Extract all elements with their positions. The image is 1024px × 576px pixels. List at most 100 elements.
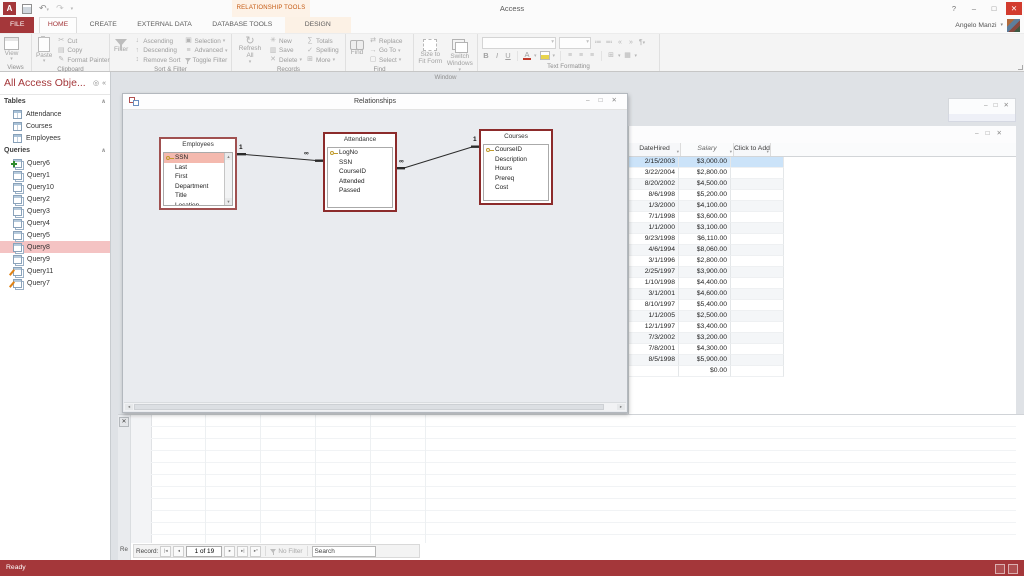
column-header[interactable]: Salary — [681, 143, 734, 156]
cell-add[interactable] — [731, 256, 784, 267]
table-title[interactable]: Attendance — [325, 134, 395, 145]
cell-add[interactable] — [731, 355, 784, 366]
previous-record-button[interactable]: ◂ — [173, 546, 184, 557]
column-header[interactable]: DateHired — [629, 143, 681, 156]
help-button[interactable]: ? — [946, 2, 962, 15]
cell-datehired[interactable]: 9/23/1998 — [629, 234, 679, 245]
cell-datehired[interactable]: 8/5/1998 — [629, 355, 679, 366]
table-row[interactable]: 8/6/1998 $5,200.00 — [629, 190, 1016, 201]
restore-icon[interactable]: □ — [986, 131, 990, 138]
numbering-icon[interactable]: ≕ — [605, 39, 613, 47]
replace-button[interactable]: ⇄Replace — [369, 37, 402, 46]
select-button[interactable]: ▢Select▾ — [369, 56, 402, 65]
tab-database-tools[interactable]: DATABASE TOOLS — [204, 17, 280, 33]
save-record-button[interactable]: ▥Save — [269, 47, 302, 56]
table-row[interactable]: 3/1/1996 $2,800.00 — [629, 256, 1016, 267]
table-row[interactable]: 8/20/2002 $4,500.00 — [629, 179, 1016, 190]
minimize-icon[interactable]: – — [975, 131, 979, 138]
filter-button[interactable]: Filter — [112, 35, 130, 53]
cell-salary[interactable]: $5,400.00 — [679, 300, 731, 311]
nav-group-queries[interactable]: Queries∧ — [0, 144, 110, 157]
horizontal-scrollbar[interactable]: ◂ ▸ — [124, 402, 626, 411]
tab-home[interactable]: HOME — [39, 17, 77, 34]
field-row[interactable]: CourseID — [328, 167, 392, 177]
minimize-icon[interactable]: – — [984, 103, 988, 110]
close-icon[interactable]: ✕ — [612, 98, 617, 105]
cell-datehired[interactable]: 1/1/2005 — [629, 311, 679, 322]
align-center-icon[interactable]: ≡ — [577, 52, 585, 60]
cell-salary[interactable]: $4,600.00 — [679, 289, 731, 300]
cell-datehired[interactable]: 8/10/1997 — [629, 300, 679, 311]
cell-salary[interactable]: $0.00 — [679, 366, 731, 377]
cell-datehired[interactable]: 7/3/2002 — [629, 333, 679, 344]
scroll-right-icon[interactable]: ▸ — [617, 404, 625, 410]
nav-item-table[interactable]: Courses — [0, 120, 110, 132]
field-row[interactable]: Passed — [328, 186, 392, 196]
cell-add[interactable] — [731, 234, 784, 245]
cell-datehired[interactable]: 3/22/2004 — [629, 168, 679, 179]
scroll-down-icon[interactable]: ▼ — [225, 198, 232, 205]
cell-datehired[interactable]: 3/1/1996 — [629, 256, 679, 267]
cell-salary[interactable]: $3,400.00 — [679, 322, 731, 333]
cell-salary[interactable]: $4,400.00 — [679, 278, 731, 289]
new-record-button[interactable]: ▸* — [250, 546, 261, 557]
font-color-icon[interactable]: A — [523, 51, 531, 60]
table-row[interactable]: 12/1/1997 $3,400.00 — [629, 322, 1016, 333]
cell-add[interactable] — [731, 190, 784, 201]
field-row[interactable]: Cost — [484, 183, 548, 193]
scrollbar-thumb[interactable] — [134, 404, 604, 410]
nav-item-table[interactable]: Attendance — [0, 108, 110, 120]
cell-add[interactable] — [731, 289, 784, 300]
table-row[interactable]: 1/1/2000 $3,100.00 — [629, 223, 1016, 234]
cell-add[interactable] — [731, 223, 784, 234]
tab-create[interactable]: CREATE — [82, 17, 125, 33]
scroll-left-icon[interactable]: ◂ — [125, 404, 133, 410]
cell-datehired[interactable]: 7/1/1998 — [629, 212, 679, 223]
copy-button[interactable]: ▤Copy — [57, 47, 109, 56]
cell-datehired[interactable] — [629, 366, 679, 377]
table-row[interactable]: 2/15/2003 $3,000.00 — [629, 157, 1016, 168]
cell-add[interactable] — [731, 179, 784, 190]
nav-item-query[interactable]: Query1 — [0, 169, 110, 181]
field-row[interactable]: LogNo — [328, 148, 392, 158]
cell-add[interactable] — [731, 168, 784, 179]
minimize-button[interactable]: – — [966, 2, 982, 15]
close-pane-icon[interactable]: ✕ — [119, 417, 129, 427]
close-button[interactable]: ✕ — [1006, 2, 1022, 15]
cell-salary[interactable]: $3,900.00 — [679, 267, 731, 278]
nav-item-table[interactable]: Employees — [0, 132, 110, 144]
table-row[interactable]: 8/5/1998 $5,900.00 — [629, 355, 1016, 366]
cell-add[interactable] — [731, 278, 784, 289]
avatar[interactable] — [1007, 19, 1020, 32]
field-row[interactable]: Description — [484, 155, 548, 165]
advanced-button[interactable]: ≡Advanced▾ — [185, 47, 228, 56]
table-row[interactable]: 8/10/1997 $5,400.00 — [629, 300, 1016, 311]
selection-button[interactable]: ▣Selection▾ — [185, 37, 228, 46]
table-row[interactable]: 7/1/1998 $3,600.00 — [629, 212, 1016, 223]
field-row[interactable]: Last — [164, 163, 224, 173]
nav-item-query[interactable]: Query3 — [0, 205, 110, 217]
table-row[interactable]: 7/8/2001 $4,300.00 — [629, 344, 1016, 355]
find-button[interactable]: Find — [348, 35, 366, 56]
cell-datehired[interactable]: 4/6/1994 — [629, 245, 679, 256]
remove-sort-button[interactable]: ↕Remove Sort — [133, 56, 180, 65]
cell-salary[interactable]: $2,800.00 — [679, 256, 731, 267]
bullets-icon[interactable]: ≔ — [594, 39, 602, 47]
relationships-title-bar[interactable]: Relationships – □ ✕ — [123, 94, 627, 110]
cell-datehired[interactable]: 1/10/1998 — [629, 278, 679, 289]
nav-item-query[interactable]: Query11 — [0, 265, 110, 277]
table-row[interactable]: 1/1/2005 $2,500.00 — [629, 311, 1016, 322]
cell-add[interactable] — [731, 201, 784, 212]
ascending-button[interactable]: ↓Ascending — [133, 37, 180, 46]
field-row[interactable]: Attended — [328, 177, 392, 187]
table-title[interactable]: Employees — [161, 139, 235, 150]
cell-add[interactable] — [731, 322, 784, 333]
design-view-icon[interactable] — [1008, 564, 1018, 574]
more-button[interactable]: ⊞More▾ — [306, 56, 339, 65]
cell-add[interactable] — [731, 366, 784, 377]
cell-salary[interactable]: $2,500.00 — [679, 311, 731, 322]
tab-design[interactable]: DESIGN — [285, 17, 351, 33]
cell-datehired[interactable]: 3/1/2001 — [629, 289, 679, 300]
cell-add[interactable] — [731, 300, 784, 311]
column-header[interactable]: Click to Add — [734, 143, 771, 156]
